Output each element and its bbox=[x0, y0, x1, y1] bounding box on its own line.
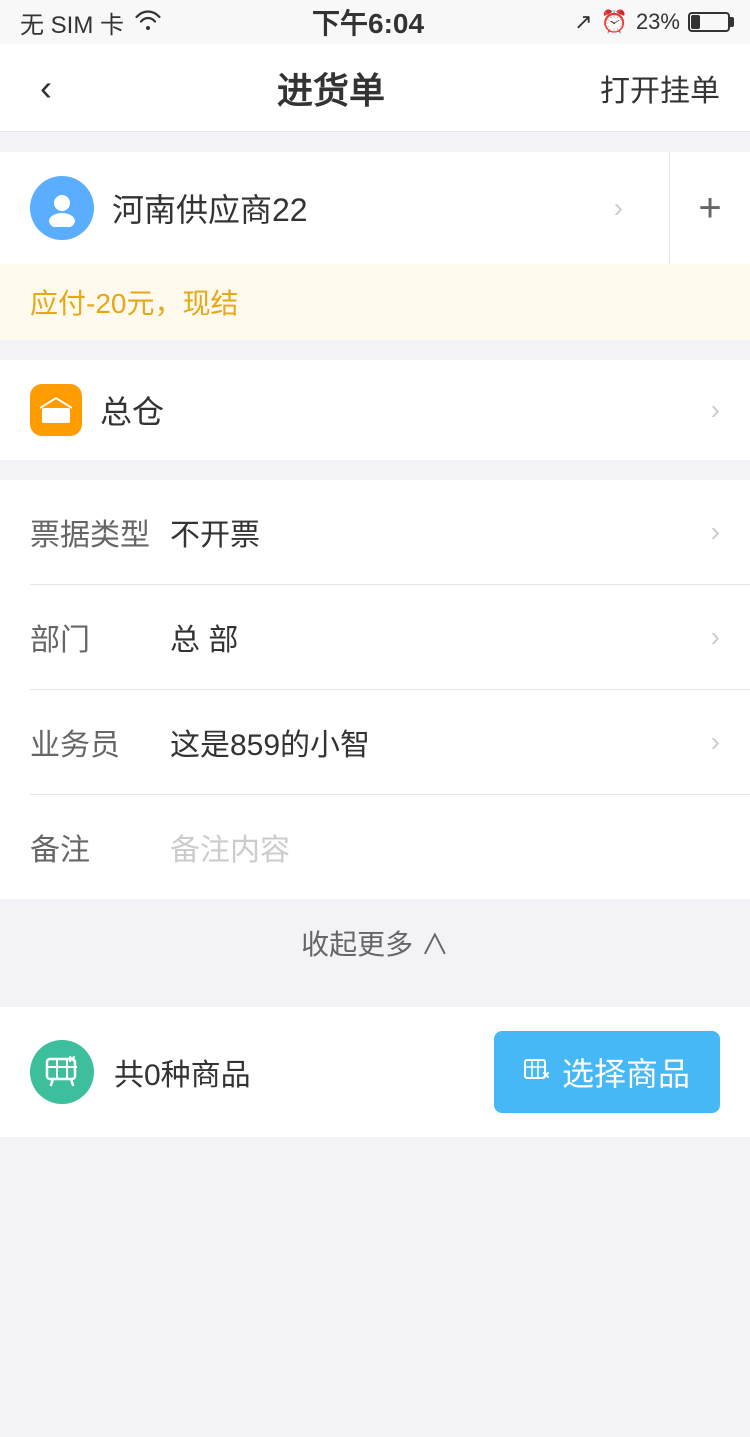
remark-label: 备注 bbox=[30, 825, 170, 869]
invoice-chevron-icon: › bbox=[711, 516, 720, 548]
supplier-row[interactable]: 河南供应商22 › bbox=[0, 152, 669, 264]
supplier-chevron-icon: › bbox=[614, 192, 623, 224]
supplier-section: 河南供应商22 › + bbox=[0, 152, 750, 264]
warehouse-chevron-icon: › bbox=[711, 394, 720, 426]
dept-value: 总 部 bbox=[170, 615, 711, 659]
collapse-label: 收起更多 ∧ bbox=[301, 923, 449, 963]
warehouse-name: 总仓 bbox=[100, 387, 693, 433]
notice-text: 应付-20元，现结 bbox=[30, 288, 238, 319]
remark-row[interactable]: 备注 备注内容 bbox=[0, 795, 750, 899]
sales-row[interactable]: 业务员 这是859的小智 › bbox=[0, 690, 750, 794]
notice-bar: 应付-20元，现结 bbox=[0, 264, 750, 340]
status-left: 无 SIM 卡 bbox=[20, 5, 162, 40]
status-bar: 无 SIM 卡 下午6:04 ↗ ⏰ 23% bbox=[0, 0, 750, 44]
warehouse-icon bbox=[30, 384, 82, 436]
sales-chevron-icon: › bbox=[711, 726, 720, 758]
dept-label: 部门 bbox=[30, 615, 170, 659]
invoice-label: 票据类型 bbox=[30, 510, 170, 554]
goods-count-label: 共0种商品 bbox=[114, 1050, 474, 1094]
section-gap-2 bbox=[0, 340, 750, 360]
battery-icon bbox=[688, 12, 730, 32]
collapse-row[interactable]: 收起更多 ∧ bbox=[0, 899, 750, 987]
section-gap-3 bbox=[0, 460, 750, 480]
location-icon: ↗ bbox=[574, 9, 592, 35]
nav-bar: ‹ 进货单 打开挂单 bbox=[0, 44, 750, 132]
wifi-icon bbox=[134, 8, 162, 36]
supplier-name: 河南供应商22 bbox=[112, 185, 596, 231]
select-goods-label: 选择商品 bbox=[562, 1049, 690, 1095]
page-title: 进货单 bbox=[277, 62, 385, 114]
invoice-row[interactable]: 票据类型 不开票 › bbox=[0, 480, 750, 584]
dept-row[interactable]: 部门 总 部 › bbox=[0, 585, 750, 689]
warehouse-row[interactable]: 总仓 › bbox=[0, 360, 750, 460]
add-supplier-button[interactable]: + bbox=[670, 152, 750, 264]
invoice-value: 不开票 bbox=[170, 510, 711, 554]
sales-label: 业务员 bbox=[30, 720, 170, 764]
back-button[interactable]: ‹ bbox=[30, 57, 62, 119]
alarm-icon: ⏰ bbox=[601, 9, 628, 35]
section-gap-1 bbox=[0, 132, 750, 152]
status-right: ↗ ⏰ 23% bbox=[574, 9, 730, 35]
supplier-avatar bbox=[30, 176, 94, 240]
dept-chevron-icon: › bbox=[711, 621, 720, 653]
open-pending-button[interactable]: 打开挂单 bbox=[600, 66, 720, 110]
status-time: 下午6:04 bbox=[312, 2, 424, 42]
form-section: 票据类型 不开票 › 部门 总 部 › 业务员 这是859的小智 › 备注 备注… bbox=[0, 480, 750, 899]
cart-icon bbox=[30, 1040, 94, 1104]
bottom-bar: 共0种商品 选择商品 bbox=[0, 1007, 750, 1137]
gray-bottom-area bbox=[0, 1137, 750, 1437]
carrier-label: 无 SIM 卡 bbox=[20, 5, 124, 40]
remark-input[interactable]: 备注内容 bbox=[170, 825, 720, 869]
battery-percent: 23% bbox=[636, 9, 680, 35]
sales-value: 这是859的小智 bbox=[170, 720, 711, 764]
select-goods-button[interactable]: 选择商品 bbox=[494, 1031, 720, 1113]
